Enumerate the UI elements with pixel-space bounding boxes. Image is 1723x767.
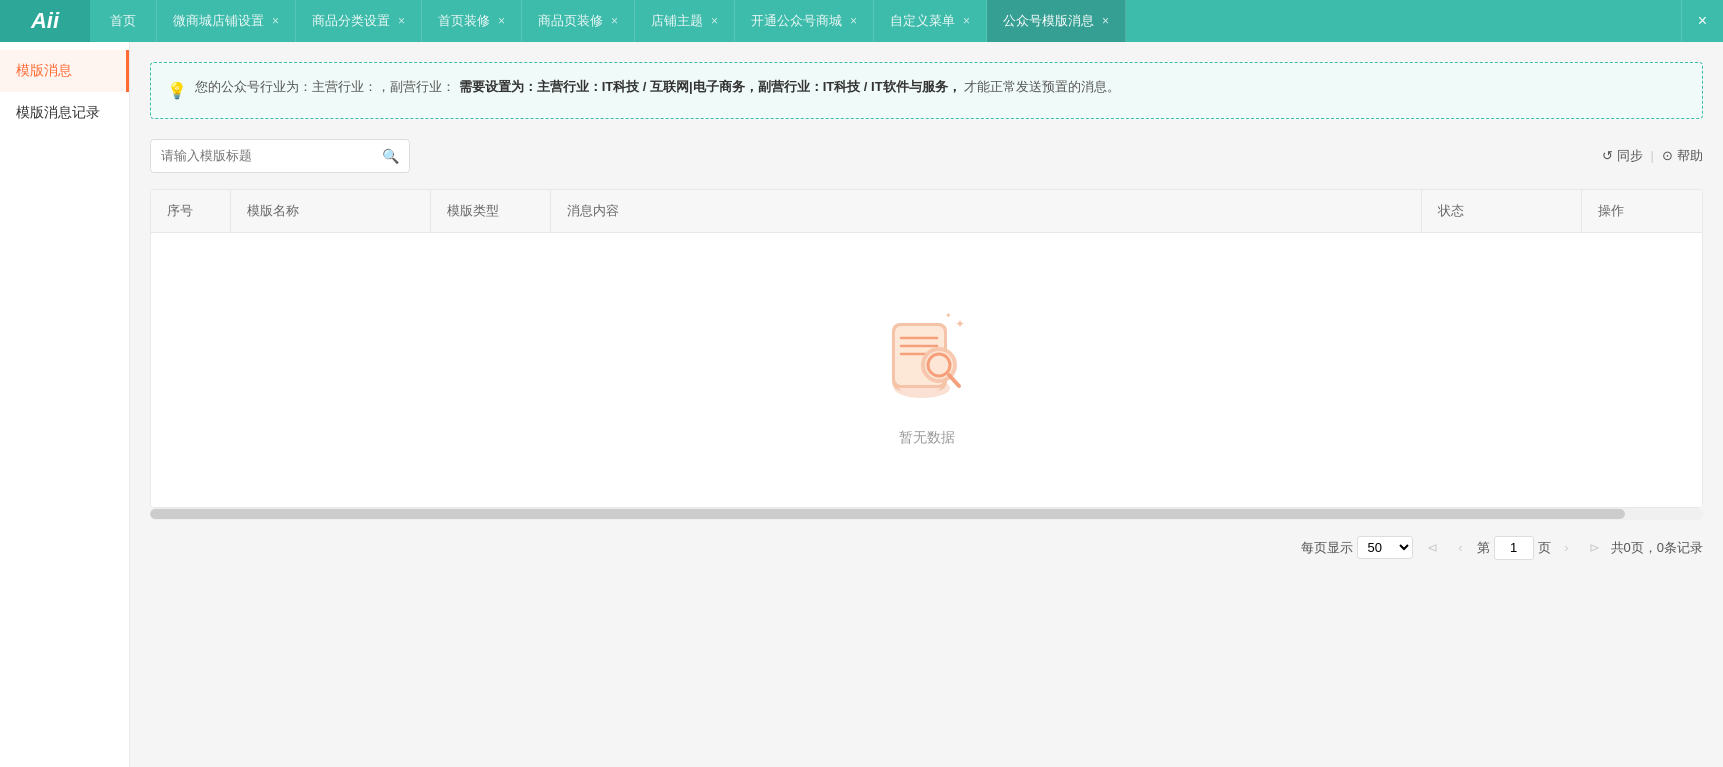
data-table: 序号模版名称模版类型消息内容状态操作 bbox=[150, 189, 1703, 508]
tab-product-page-decor[interactable]: 商品页装修× bbox=[522, 0, 635, 42]
th-name: 模版名称 bbox=[231, 190, 431, 232]
page-size-select[interactable]: 102050100 bbox=[1357, 536, 1413, 559]
search-actions: ↺ 同步 | ⊙ 帮助 bbox=[1602, 147, 1703, 165]
notice-text: 您的公众号行业为：主营行业：，副营行业： 需要设置为：主营行业：IT科技 / 互… bbox=[195, 77, 1120, 98]
search-input[interactable] bbox=[161, 148, 382, 163]
top-navigation: Aii 首页微商城店铺设置×商品分类设置×首页装修×商品页装修×店铺主题×开通公… bbox=[0, 0, 1723, 42]
tab-close-template-message[interactable]: × bbox=[1102, 14, 1109, 28]
notice-highlight: 需要设置为：主营行业：IT科技 / 互联网|电子商务，副营行业：IT科技 / I… bbox=[459, 79, 961, 94]
sidebar-item-template-message-log[interactable]: 模版消息记录 bbox=[0, 92, 129, 134]
page-size-selector: 每页显示 102050100 bbox=[1301, 536, 1413, 559]
th-index: 序号 bbox=[151, 190, 231, 232]
tab-open-wechat-shop[interactable]: 开通公众号商城× bbox=[735, 0, 874, 42]
svg-text:✦: ✦ bbox=[945, 311, 952, 320]
notice-box: 💡 您的公众号行业为：主营行业：，副营行业： 需要设置为：主营行业：IT科技 /… bbox=[150, 62, 1703, 119]
tab-bar: 首页微商城店铺设置×商品分类设置×首页装修×商品页装修×店铺主题×开通公众号商城… bbox=[90, 0, 1681, 42]
sync-button[interactable]: ↺ 同步 bbox=[1602, 147, 1643, 165]
tab-close-home-decor[interactable]: × bbox=[498, 14, 505, 28]
empty-illustration: ✦ ✦ bbox=[867, 293, 987, 413]
sidebar: 模版消息模版消息记录 bbox=[0, 42, 130, 767]
page-controls: ⊲ ‹ 第 页 › ⊳ 共0页，0条记录 bbox=[1421, 536, 1703, 560]
bulb-icon: 💡 bbox=[167, 78, 187, 104]
tab-close-product-page-decor[interactable]: × bbox=[611, 14, 618, 28]
tab-home-decor[interactable]: 首页装修× bbox=[422, 0, 522, 42]
search-input-wrap[interactable]: 🔍 bbox=[150, 139, 410, 173]
global-close-button[interactable]: × bbox=[1681, 0, 1723, 42]
empty-state: ✦ ✦ 暂无数据 bbox=[151, 233, 1702, 507]
prev-page-button[interactable]: ‹ bbox=[1449, 536, 1473, 560]
tab-template-message[interactable]: 公众号模版消息× bbox=[987, 0, 1126, 42]
sync-icon: ↺ bbox=[1602, 148, 1613, 163]
page-pre-label: 第 bbox=[1477, 539, 1490, 557]
tab-close-micro-shop[interactable]: × bbox=[272, 14, 279, 28]
tab-micro-shop[interactable]: 微商城店铺设置× bbox=[157, 0, 296, 42]
page-post-label: 页 bbox=[1538, 539, 1551, 557]
tab-close-custom-menu[interactable]: × bbox=[963, 14, 970, 28]
help-icon: ⊙ bbox=[1662, 148, 1673, 163]
content-area: 💡 您的公众号行业为：主营行业：，副营行业： 需要设置为：主营行业：IT科技 /… bbox=[130, 42, 1723, 767]
tab-store-theme[interactable]: 店铺主题× bbox=[635, 0, 735, 42]
tab-close-store-theme[interactable]: × bbox=[711, 14, 718, 28]
empty-text: 暂无数据 bbox=[899, 429, 955, 447]
tab-custom-menu[interactable]: 自定义菜单× bbox=[874, 0, 987, 42]
sidebar-item-template-message[interactable]: 模版消息 bbox=[0, 50, 129, 92]
th-action: 操作 bbox=[1582, 190, 1702, 232]
page-input[interactable] bbox=[1494, 536, 1534, 560]
action-divider: | bbox=[1651, 148, 1654, 163]
pagination: 每页显示 102050100 ⊲ ‹ 第 页 › ⊳ 共0页，0条记录 bbox=[150, 536, 1703, 560]
search-bar: 🔍 ↺ 同步 | ⊙ 帮助 bbox=[150, 139, 1703, 173]
search-icon[interactable]: 🔍 bbox=[382, 148, 399, 164]
table-header: 序号模版名称模版类型消息内容状态操作 bbox=[151, 190, 1702, 233]
logo: Aii bbox=[0, 0, 90, 42]
last-page-button[interactable]: ⊳ bbox=[1583, 536, 1607, 560]
tab-close-product-category[interactable]: × bbox=[398, 14, 405, 28]
scrollbar-thumb[interactable] bbox=[150, 509, 1625, 519]
next-page-button[interactable]: › bbox=[1555, 536, 1579, 560]
page-size-label: 每页显示 bbox=[1301, 539, 1353, 557]
first-page-button[interactable]: ⊲ bbox=[1421, 536, 1445, 560]
tab-home[interactable]: 首页 bbox=[90, 0, 157, 42]
total-label: 共0页，0条记录 bbox=[1611, 539, 1703, 557]
svg-line-9 bbox=[949, 375, 959, 386]
svg-text:✦: ✦ bbox=[955, 317, 965, 331]
th-content: 消息内容 bbox=[551, 190, 1422, 232]
main-layout: 模版消息模版消息记录 💡 您的公众号行业为：主营行业：，副营行业： 需要设置为：… bbox=[0, 42, 1723, 767]
help-button[interactable]: ⊙ 帮助 bbox=[1662, 147, 1703, 165]
tab-product-category[interactable]: 商品分类设置× bbox=[296, 0, 422, 42]
tab-close-open-wechat-shop[interactable]: × bbox=[850, 14, 857, 28]
th-type: 模版类型 bbox=[431, 190, 551, 232]
horizontal-scrollbar[interactable] bbox=[150, 508, 1703, 520]
th-status: 状态 bbox=[1422, 190, 1582, 232]
